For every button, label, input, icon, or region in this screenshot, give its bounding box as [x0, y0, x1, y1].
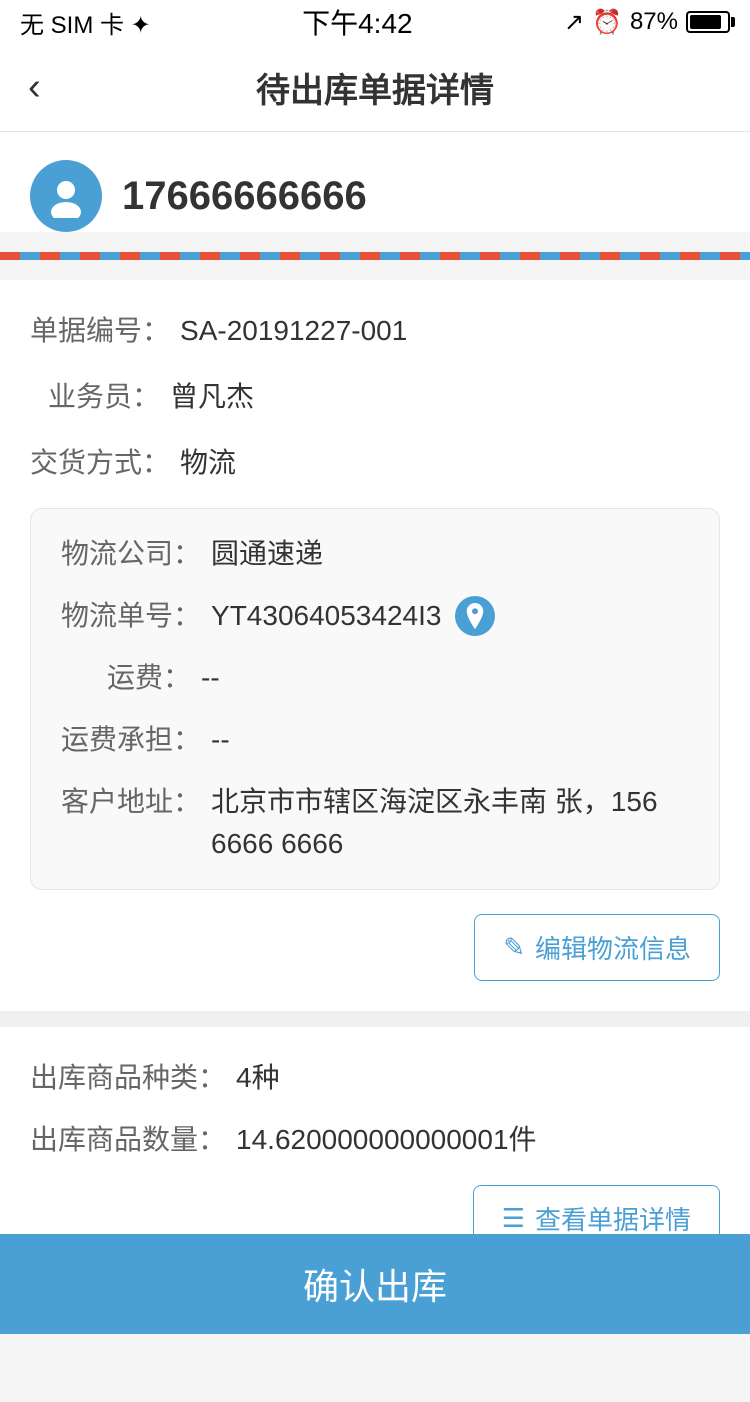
- confirm-button-label: 确认出库: [303, 1258, 447, 1310]
- logistics-tracking-label: 物流单号：: [61, 595, 211, 637]
- battery-percent: 87%: [630, 8, 678, 36]
- address-label: 客户地址：: [61, 781, 211, 823]
- nav-bar: ‹ 待出库单据详情: [0, 44, 750, 132]
- edit-logistics-button[interactable]: ✎ 编辑物流信息: [474, 914, 720, 981]
- freight-value: --: [201, 657, 689, 699]
- logistics-card: 物流公司： 圆通速递 物流单号： YT43064053424I3 运费： -- …: [30, 508, 720, 890]
- goods-type-row: 出库商品种类： 4种: [30, 1057, 720, 1099]
- tracking-location-button[interactable]: [455, 596, 495, 636]
- logistics-tracking-value: YT43064053424I3: [211, 595, 441, 637]
- freight-bear-row: 运费承担： --: [61, 719, 689, 761]
- avatar: [30, 160, 102, 232]
- edit-button-row: ✎ 编辑物流信息: [30, 914, 720, 981]
- logistics-company-row: 物流公司： 圆通速递: [61, 533, 689, 575]
- back-button[interactable]: ‹: [28, 66, 41, 109]
- section-divider: [0, 1011, 750, 1027]
- user-phone: 17666666666: [122, 174, 367, 219]
- status-right: ↗ ⏰ 87%: [564, 8, 730, 37]
- confirm-bottom-bar[interactable]: 确认出库: [0, 1234, 750, 1334]
- doc-number-row: 单据编号： SA-20191227-001: [30, 310, 720, 352]
- delivery-row: 交货方式： 物流: [30, 442, 720, 484]
- goods-quantity-label: 出库商品数量：: [30, 1119, 236, 1161]
- dashed-divider: [0, 252, 750, 260]
- edit-icon: ✎: [503, 932, 525, 963]
- address-value: 北京市市辖区海淀区永丰南 张，156 6666 6666: [211, 781, 689, 865]
- location-status-icon: ↗: [564, 8, 584, 37]
- doc-number-label: 单据编号：: [30, 310, 180, 352]
- alarm-icon: ⏰: [592, 8, 622, 37]
- staff-value: 曾凡杰: [170, 376, 720, 418]
- address-row: 客户地址： 北京市市辖区海淀区永丰南 张，156 6666 6666: [61, 781, 689, 865]
- goods-type-label: 出库商品种类：: [30, 1057, 236, 1099]
- logistics-tracking-row: 物流单号： YT43064053424I3: [61, 595, 689, 637]
- page-title: 待出库单据详情: [256, 63, 494, 112]
- logistics-company-label: 物流公司：: [61, 533, 211, 575]
- freight-label: 运费：: [61, 657, 201, 699]
- goods-type-value: 4种: [236, 1057, 720, 1099]
- battery-icon: [686, 11, 730, 33]
- sim-status: 无 SIM 卡 ✦: [20, 5, 151, 40]
- freight-row: 运费： --: [61, 657, 689, 699]
- document-info-section: 单据编号： SA-20191227-001 业务员： 曾凡杰 交货方式： 物流 …: [0, 280, 750, 1011]
- freight-bear-label: 运费承担：: [61, 719, 211, 761]
- status-bar: 无 SIM 卡 ✦ 下午4:42 ↗ ⏰ 87%: [0, 0, 750, 44]
- delivery-value: 物流: [180, 442, 720, 484]
- list-icon: ☰: [502, 1203, 525, 1234]
- staff-row: 业务员： 曾凡杰: [30, 376, 720, 418]
- staff-label: 业务员：: [30, 376, 170, 418]
- goods-quantity-row: 出库商品数量： 14.620000000000001件: [30, 1119, 720, 1161]
- edit-button-label: 编辑物流信息: [535, 929, 691, 966]
- view-button-label: 查看单据详情: [535, 1200, 691, 1237]
- status-time: 下午4:42: [302, 2, 413, 42]
- status-left: 无 SIM 卡 ✦: [20, 5, 151, 40]
- freight-bear-value: --: [211, 719, 689, 761]
- user-section: 17666666666: [0, 132, 750, 232]
- logistics-tracking-value-container: YT43064053424I3: [211, 595, 689, 637]
- logistics-company-value: 圆通速递: [211, 533, 689, 575]
- delivery-label: 交货方式：: [30, 442, 180, 484]
- doc-number-value: SA-20191227-001: [180, 310, 720, 352]
- goods-quantity-value: 14.620000000000001件: [236, 1119, 720, 1161]
